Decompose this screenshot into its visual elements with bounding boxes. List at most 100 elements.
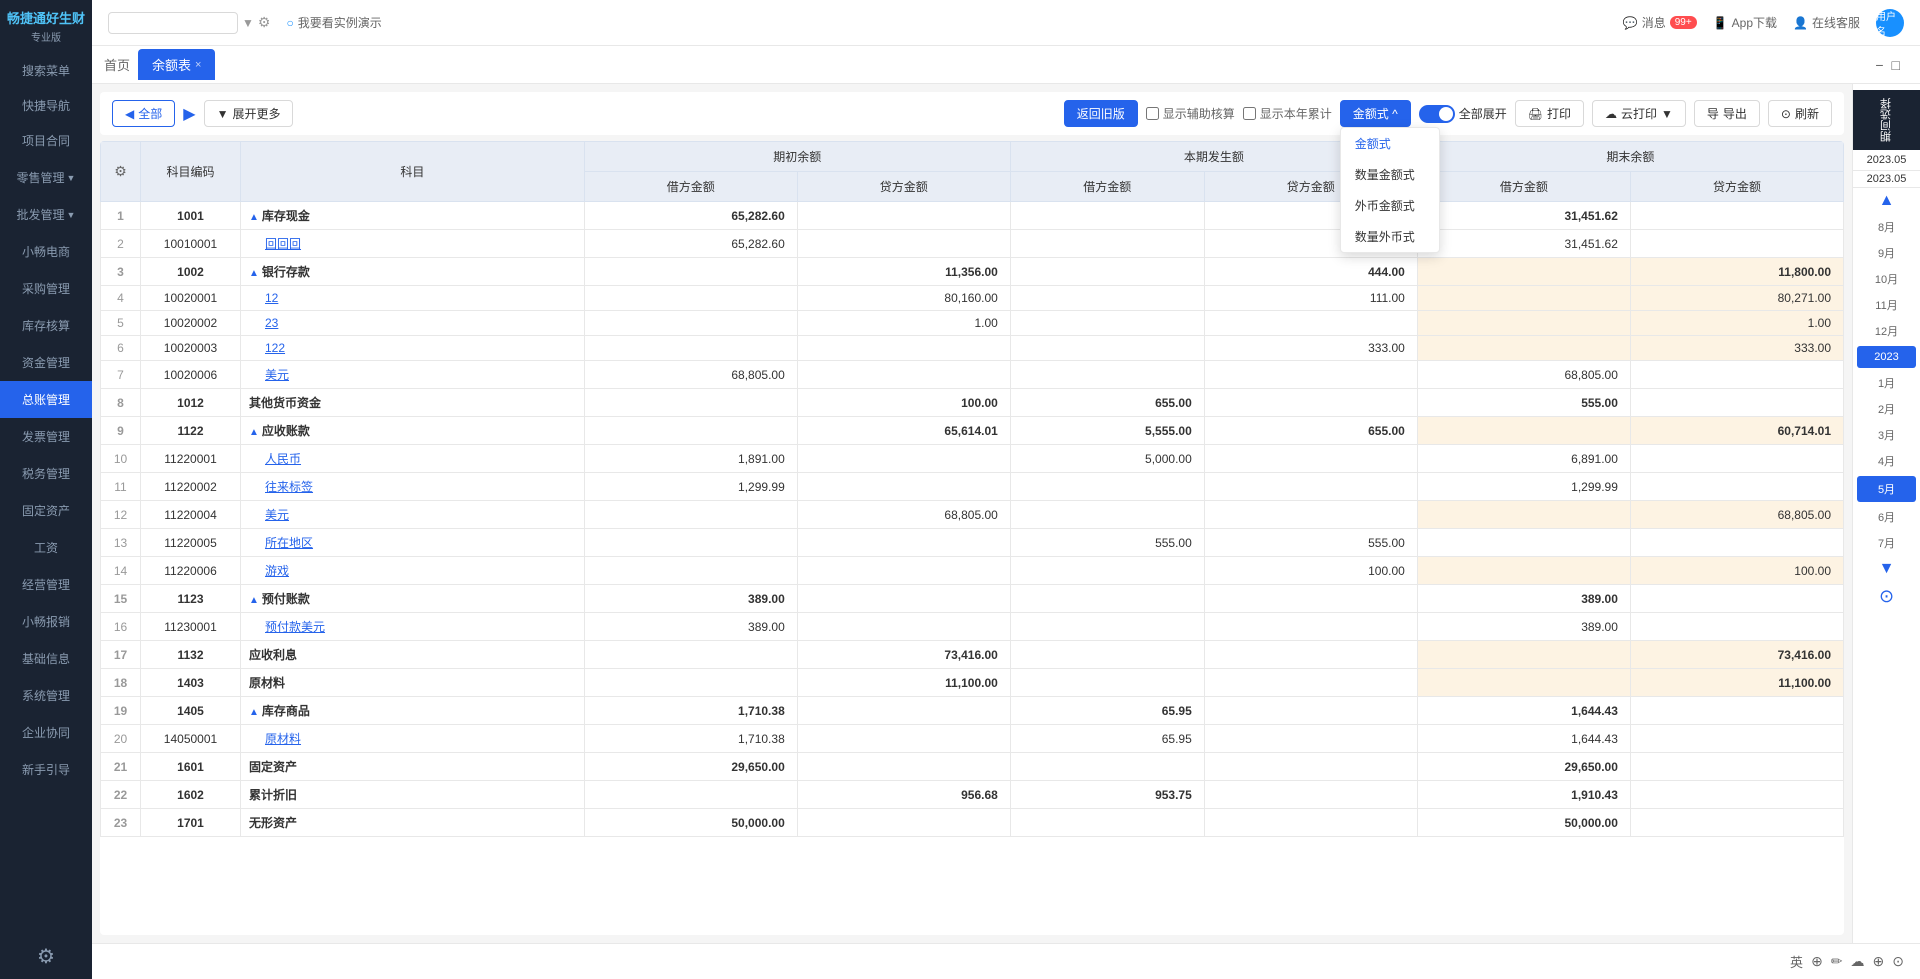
demo-link[interactable]: ○ 我要看实例演示	[286, 14, 381, 31]
sidebar-item-base-info[interactable]: 基础信息	[0, 640, 92, 677]
sidebar-item-inventory[interactable]: 库存核算	[0, 307, 92, 344]
settings-gear-icon[interactable]: ⚙	[114, 163, 127, 179]
sidebar-item-guide[interactable]: 新手引导	[0, 751, 92, 788]
bottom-edit-icon[interactable]: ✏	[1831, 953, 1843, 970]
dropdown-item-qty-amount[interactable]: 数量金额式	[1341, 159, 1439, 190]
sidebar-item-ecommerce[interactable]: 小畅电商	[0, 233, 92, 270]
expand-icon[interactable]: ▲	[249, 212, 259, 223]
td-subject[interactable]: 12	[241, 286, 585, 311]
sidebar-item-tax[interactable]: 税务管理	[0, 455, 92, 492]
sidebar-item-project[interactable]: 项目合同	[0, 122, 92, 159]
period-month-3[interactable]: 3月	[1853, 422, 1920, 448]
cloud-print-button[interactable]: ☁ 云打印 ▼	[1592, 100, 1686, 127]
print-button[interactable]: 🖨 打印	[1515, 100, 1584, 127]
format-btn[interactable]: 金额式 ^	[1340, 100, 1411, 127]
balance-table-container[interactable]: ⚙ 科目编码 科目 期初余额 本期发生额 期末余额 借方金额 贷方金额 借方金额	[100, 141, 1844, 935]
period-month-8[interactable]: 8月	[1853, 214, 1920, 240]
td-subject[interactable]: 往来标签	[241, 473, 585, 501]
dropdown-item-foreign-amount[interactable]: 外币金额式	[1341, 190, 1439, 221]
search-dropdown-icon[interactable]: ▼	[242, 16, 254, 30]
td-subject[interactable]: 美元	[241, 361, 585, 389]
bottom-refresh-icon[interactable]: ⊙	[1892, 953, 1904, 970]
sidebar-item-expense[interactable]: 小畅报销	[0, 603, 92, 640]
sidebar-item-wholesale[interactable]: 批发管理 ▼	[0, 196, 92, 233]
period-month-11[interactable]: 11月	[1853, 292, 1920, 318]
toolbar: ◀ 全部 ▶ ▼ 展开更多 返回旧版 显示辅助核算 显示本年累计	[100, 92, 1844, 135]
period-year-2023[interactable]: 2023	[1857, 346, 1916, 368]
td-subject[interactable]: 回回回	[241, 230, 585, 258]
format-dropdown[interactable]: 金额式 ^ 金额式 数量金额式 外币金额式 数量外币式	[1340, 100, 1411, 127]
nav-arrow-icon[interactable]: ▶	[183, 104, 195, 124]
period-month-7[interactable]: 7月	[1853, 530, 1920, 556]
td-cur-debit	[1010, 641, 1204, 669]
td-cl-debit: 31,451.62	[1417, 230, 1630, 258]
period-settings-icon[interactable]: ⊙	[1853, 586, 1920, 607]
sidebar-item-capital[interactable]: 资金管理	[0, 344, 92, 381]
show-aux-checkbox[interactable]	[1146, 107, 1159, 120]
service-button[interactable]: 👤 在线客服	[1793, 14, 1860, 31]
td-subject[interactable]: 所在地区	[241, 529, 585, 557]
expand-icon[interactable]: ▲	[249, 595, 259, 606]
period-month-4[interactable]: 4月	[1853, 448, 1920, 474]
td-subject[interactable]: 23	[241, 311, 585, 336]
td-subject[interactable]: 人民币	[241, 445, 585, 473]
dropdown-item-amount[interactable]: 金额式	[1341, 128, 1439, 159]
period-month-6[interactable]: 6月	[1853, 504, 1920, 530]
back-old-version-btn[interactable]: 返回旧版	[1064, 100, 1138, 127]
minimize-icon[interactable]: −	[1875, 57, 1883, 73]
td-subject[interactable]: 122	[241, 336, 585, 361]
message-button[interactable]: 💬 消息 99+	[1623, 14, 1697, 31]
period-down-icon[interactable]: ▼	[1853, 556, 1920, 582]
td-subject[interactable]: 原材料	[241, 725, 585, 753]
tab-balance-sheet[interactable]: 余额表 ×	[138, 49, 215, 80]
expand-icon[interactable]: ▲	[249, 427, 259, 438]
td-subject[interactable]: 预付款美元	[241, 613, 585, 641]
sidebar-item-operations[interactable]: 经营管理	[0, 566, 92, 603]
maximize-icon[interactable]: □	[1892, 57, 1900, 73]
sidebar-item-collab[interactable]: 企业协同	[0, 714, 92, 751]
period-month-1[interactable]: 1月	[1853, 370, 1920, 396]
sidebar-item-ledger[interactable]: 总账管理	[0, 381, 92, 418]
period-panel-toggle[interactable]: 期间选择	[1853, 90, 1920, 150]
sidebar-item-search[interactable]: 搜索菜单	[0, 52, 92, 89]
back-old-version-button[interactable]: ◀ 全部	[112, 100, 175, 127]
show-year-checkbox[interactable]	[1243, 107, 1256, 120]
toggle-switch-bg[interactable]	[1419, 105, 1455, 123]
sidebar-item-quick-nav[interactable]: 快捷导航	[0, 89, 92, 122]
period-up-icon[interactable]: ▲	[1853, 188, 1920, 214]
sidebar-item-fixed-assets[interactable]: 固定资产	[0, 492, 92, 529]
period-month-5[interactable]: 5月	[1857, 476, 1916, 502]
period-month-9[interactable]: 9月	[1853, 240, 1920, 266]
sidebar-item-system[interactable]: 系统管理	[0, 677, 92, 714]
td-row-num: 22	[101, 781, 141, 809]
expand-icon[interactable]: ▲	[249, 268, 259, 279]
user-avatar[interactable]: 用户名	[1876, 9, 1904, 37]
settings-icon[interactable]: ⚙	[258, 14, 271, 31]
td-subject[interactable]: 游戏	[241, 557, 585, 585]
expand-icon[interactable]: ▲	[249, 707, 259, 718]
app-download-button[interactable]: 📱 App下载	[1713, 14, 1777, 31]
tab-home[interactable]: 首页	[104, 55, 130, 74]
dropdown-item-qty-foreign[interactable]: 数量外币式	[1341, 221, 1439, 252]
topbar-search-input[interactable]	[108, 12, 238, 34]
sidebar-item-retail[interactable]: 零售管理 ▼	[0, 159, 92, 196]
expand-more-button[interactable]: ▼ 展开更多	[204, 100, 294, 127]
period-month-12[interactable]: 12月	[1853, 318, 1920, 344]
period-month-2[interactable]: 2月	[1853, 396, 1920, 422]
sidebar-item-purchase[interactable]: 采购管理	[0, 270, 92, 307]
refresh-button[interactable]: ⊙ 刷新	[1768, 100, 1832, 127]
period-month-10[interactable]: 10月	[1853, 266, 1920, 292]
balance-table: ⚙ 科目编码 科目 期初余额 本期发生额 期末余额 借方金额 贷方金额 借方金额	[100, 141, 1844, 837]
bottom-lang-icon[interactable]: 英	[1790, 952, 1803, 971]
td-subject: ▲库存现金	[241, 202, 585, 230]
bottom-sync-icon[interactable]: ⊕	[1873, 953, 1885, 970]
sidebar-item-invoice[interactable]: 发票管理	[0, 418, 92, 455]
export-button[interactable]: 导 导出	[1694, 100, 1760, 127]
td-op-debit: 68,805.00	[584, 361, 797, 389]
bottom-add-icon[interactable]: ⊕	[1811, 953, 1823, 970]
bottom-cloud-icon[interactable]: ☁	[1851, 953, 1865, 970]
tab-close-icon[interactable]: ×	[195, 59, 201, 71]
sidebar-item-payroll[interactable]: 工资	[0, 529, 92, 566]
td-subject[interactable]: 美元	[241, 501, 585, 529]
settings-icon[interactable]: ⚙	[37, 944, 55, 969]
